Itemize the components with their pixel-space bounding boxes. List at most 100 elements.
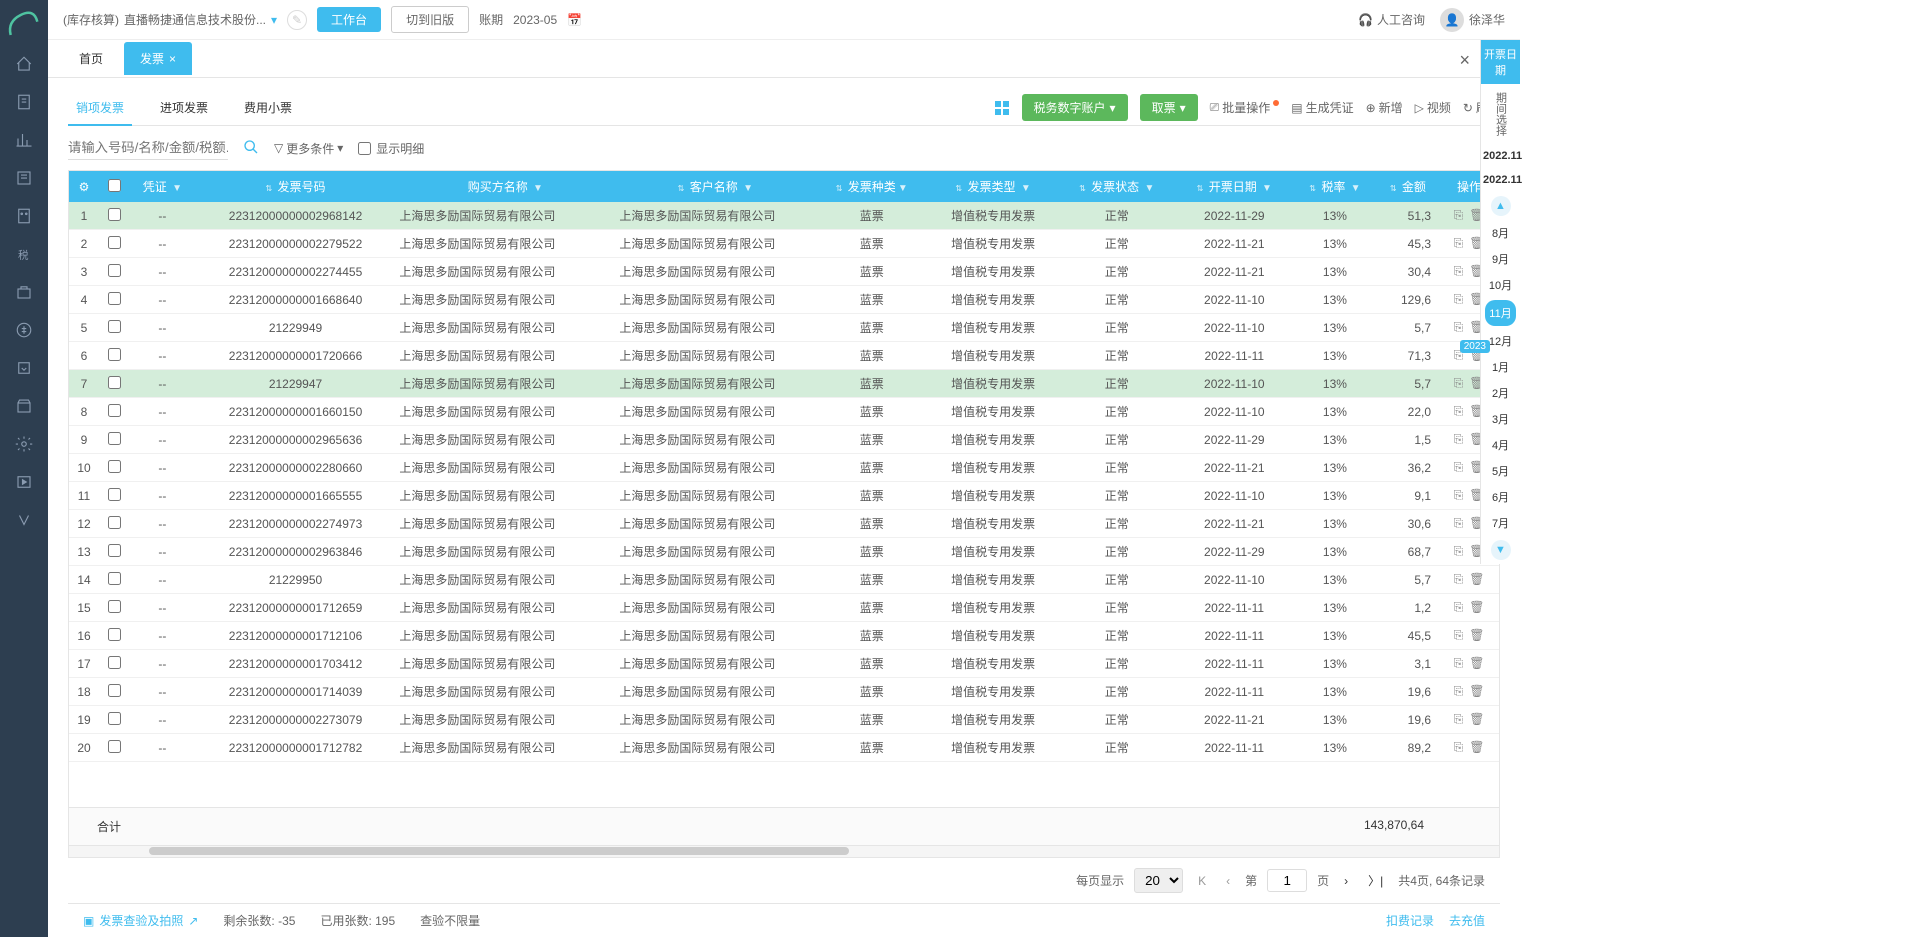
subtab-purchase[interactable]: 进项发票 [152, 90, 216, 126]
month-7月[interactable]: 7月 [1481, 510, 1520, 536]
cell-check[interactable] [99, 566, 129, 594]
nav-tax-icon[interactable]: 税 [0, 235, 48, 273]
verify-link[interactable]: ▣ 发票查验及拍照 ↗ [83, 912, 198, 929]
table-row[interactable]: 17--22312000000001703412上海思多励国际贸易有限公司上海思… [69, 650, 1499, 678]
col-settings[interactable]: ⚙ [69, 171, 99, 202]
sort-icon[interactable]: ⇅ [955, 184, 962, 193]
filter-icon[interactable]: ▼ [172, 183, 182, 194]
edit-icon[interactable]: ⎘ [1454, 712, 1464, 726]
nav-play-icon[interactable] [0, 463, 48, 501]
tax-account-button[interactable]: 税务数字账户 ▾ [1022, 94, 1128, 121]
table-row[interactable]: 6--22312000000001720666上海思多励国际贸易有限公司上海思多… [69, 342, 1499, 370]
company-selector[interactable]: (库存核算) 直播畅捷通信息技术股份... ▾ [63, 11, 277, 28]
sort-icon[interactable]: ⇅ [678, 184, 685, 193]
delete-icon[interactable]: 🗑 [1469, 740, 1484, 754]
cell-check[interactable] [99, 510, 129, 538]
delete-icon[interactable]: 🗑 [1469, 712, 1484, 726]
edit-icon[interactable]: ⎘ [1454, 628, 1464, 642]
tab-invoice[interactable]: 发票 × [124, 42, 192, 75]
last-page-button[interactable]: 〉| [1363, 872, 1388, 889]
edit-icon[interactable]: ⎘ [1454, 460, 1464, 474]
close-icon[interactable]: × [169, 52, 176, 66]
cell-check[interactable] [99, 230, 129, 258]
table-row[interactable]: 9--22312000000002965636上海思多励国际贸易有限公司上海思多… [69, 426, 1499, 454]
month-1月[interactable]: 1月 [1481, 354, 1520, 380]
table-row[interactable]: 11--22312000000001665555上海思多励国际贸易有限公司上海思… [69, 482, 1499, 510]
edit-icon[interactable]: ⎘ [1454, 544, 1464, 558]
table-row[interactable]: 4--22312000000001668640上海思多励国际贸易有限公司上海思多… [69, 286, 1499, 314]
per-page-select[interactable]: 20 [1134, 868, 1183, 893]
month-4月[interactable]: 4月 [1481, 432, 1520, 458]
col-status[interactable]: ⇅ 发票状态 ▼ [1058, 171, 1176, 202]
edit-icon[interactable]: ⎘ [1454, 404, 1464, 418]
panel-close-icon[interactable]: × [1459, 50, 1470, 71]
edit-icon[interactable]: ⎘ [1454, 208, 1464, 222]
search-icon[interactable] [243, 139, 259, 158]
prev-page-button[interactable]: ‹ [1221, 874, 1235, 888]
col-invoice-no[interactable]: ⇅ 发票号码 [196, 171, 396, 202]
year-end[interactable]: 2022.11 [1481, 168, 1520, 192]
consult-link[interactable]: 🎧 人工咨询 [1358, 11, 1425, 28]
cell-check[interactable] [99, 202, 129, 230]
col-date[interactable]: ⇅ 开票日期 ▼ [1176, 171, 1294, 202]
table-row[interactable]: 18--22312000000001714039上海思多励国际贸易有限公司上海思… [69, 678, 1499, 706]
table-row[interactable]: 16--22312000000001712106上海思多励国际贸易有限公司上海思… [69, 622, 1499, 650]
grid-view-icon[interactable] [994, 100, 1010, 116]
table-row[interactable]: 1--22312000000002968142上海思多励国际贸易有限公司上海思多… [69, 202, 1499, 230]
nav-money-icon[interactable] [0, 311, 48, 349]
table-row[interactable]: 20--22312000000001712782上海思多励国际贸易有限公司上海思… [69, 734, 1499, 762]
switch-old-button[interactable]: 切到旧版 [391, 6, 469, 33]
edit-icon[interactable]: ⎘ [1454, 292, 1464, 306]
filter-icon[interactable]: ▼ [1021, 183, 1031, 194]
cell-check[interactable] [99, 426, 129, 454]
edit-icon[interactable]: ⎘ [1454, 432, 1464, 446]
cell-check[interactable] [99, 286, 129, 314]
delete-icon[interactable]: 🗑 [1469, 628, 1484, 642]
sort-icon[interactable]: ⇅ [836, 184, 843, 193]
video-button[interactable]: ▷视频 [1415, 99, 1451, 116]
show-detail-checkbox[interactable]: 显示明细 [358, 140, 424, 157]
table-row[interactable]: 10--22312000000002280660上海思多励国际贸易有限公司上海思… [69, 454, 1499, 482]
get-invoice-button[interactable]: 取票 ▾ [1140, 94, 1198, 121]
edit-icon[interactable]: ⎘ [1454, 656, 1464, 670]
edit-icon[interactable]: ⎘ [1454, 236, 1464, 250]
month-9月[interactable]: 9月 [1481, 246, 1520, 272]
table-row[interactable]: 15--22312000000001712659上海思多励国际贸易有限公司上海思… [69, 594, 1499, 622]
month-6月[interactable]: 6月 [1481, 484, 1520, 510]
cell-check[interactable] [99, 314, 129, 342]
filter-icon[interactable]: ▼ [533, 183, 543, 194]
filter-icon[interactable]: ▼ [1262, 183, 1272, 194]
edit-icon[interactable]: ⎘ [1454, 572, 1464, 586]
sort-icon[interactable]: ⇅ [1079, 184, 1086, 193]
cell-check[interactable] [99, 622, 129, 650]
edit-icon[interactable]: ⎘ [1454, 488, 1464, 502]
delete-icon[interactable]: 🗑 [1469, 656, 1484, 670]
scroll-down-icon[interactable]: ▼ [1491, 540, 1511, 560]
col-buyer[interactable]: 购买方名称 ▼ [395, 171, 615, 202]
cell-check[interactable] [99, 538, 129, 566]
more-conditions[interactable]: ▽ 更多条件 ▾ [274, 140, 343, 157]
cell-check[interactable] [99, 370, 129, 398]
tab-home[interactable]: 首页 [63, 42, 119, 75]
sort-icon[interactable]: ⇅ [1390, 184, 1397, 193]
workbench-button[interactable]: 工作台 [317, 7, 381, 32]
filter-icon[interactable]: ▼ [1351, 183, 1361, 194]
nav-asset-icon[interactable] [0, 273, 48, 311]
nav-chart-icon[interactable] [0, 121, 48, 159]
col-customer[interactable]: ⇅ 客户名称 ▼ [615, 171, 815, 202]
year-start[interactable]: 2022.11 [1481, 144, 1520, 168]
scrollbar-thumb[interactable] [149, 847, 849, 855]
filter-icon[interactable]: ▼ [743, 183, 753, 194]
table-row[interactable]: 8--22312000000001660150上海思多励国际贸易有限公司上海思多… [69, 398, 1499, 426]
first-page-button[interactable]: K [1193, 874, 1211, 888]
horizontal-scrollbar[interactable] [68, 846, 1500, 858]
month-10月[interactable]: 10月 [1481, 272, 1520, 298]
delete-icon[interactable]: 🗑 [1469, 684, 1484, 698]
table-row[interactable]: 3--22312000000002274455上海思多励国际贸易有限公司上海思多… [69, 258, 1499, 286]
nav-calc-icon[interactable] [0, 197, 48, 235]
edit-icon[interactable]: ⎘ [1454, 600, 1464, 614]
col-kind[interactable]: ⇅ 发票种类▼ [815, 171, 928, 202]
gen-voucher-button[interactable]: ▤生成凭证 [1291, 99, 1353, 116]
sort-icon[interactable]: ⇅ [1309, 184, 1316, 193]
cell-check[interactable] [99, 678, 129, 706]
